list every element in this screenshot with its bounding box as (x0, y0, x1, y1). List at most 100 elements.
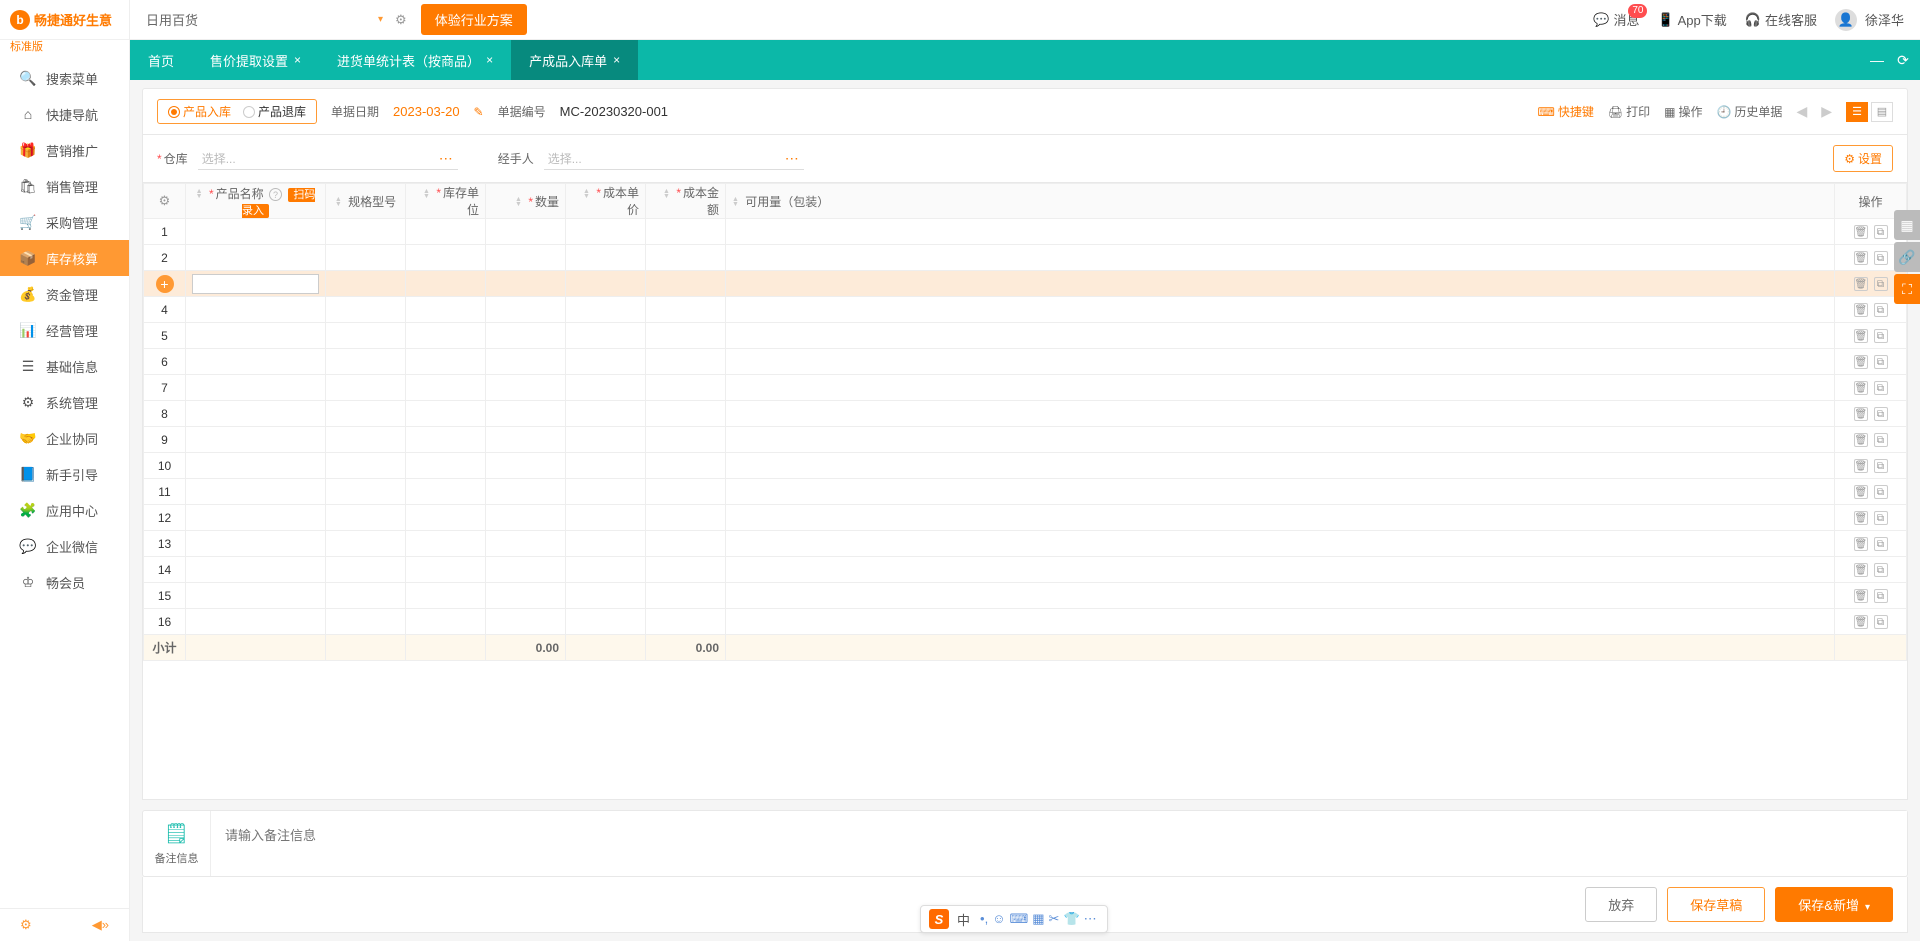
history-button[interactable]: 🕘 历史单据 (1716, 103, 1782, 120)
table-row[interactable]: 8🗑⧉ (144, 401, 1907, 427)
tab-refresh[interactable]: ⟳ (1892, 49, 1914, 71)
delete-row-icon[interactable]: 🗑 (1854, 433, 1868, 447)
delete-row-icon[interactable]: 🗑 (1854, 225, 1868, 239)
sidebar-item-8[interactable]: ☰基础信息 (0, 348, 129, 384)
copy-row-icon[interactable]: ⧉ (1874, 381, 1888, 395)
table-row[interactable]: 11🗑⧉ (144, 479, 1907, 505)
table-row[interactable]: 10🗑⧉ (144, 453, 1907, 479)
view-card-button[interactable]: ▤ (1871, 102, 1893, 122)
delete-row-icon[interactable]: 🗑 (1854, 537, 1868, 551)
gear-icon[interactable]: ⚙ (395, 12, 407, 28)
table-row[interactable]: +🗑⧉ (144, 271, 1907, 297)
table-row[interactable]: 12🗑⧉ (144, 505, 1907, 531)
copy-row-icon[interactable]: ⧉ (1874, 303, 1888, 317)
save-draft-button[interactable]: 保存草稿 (1667, 887, 1765, 922)
ime-toolbar[interactable]: S 中 •,☺⌨▦✂👕⋯ (920, 905, 1108, 933)
radio-product-in[interactable]: 产品入库 (164, 102, 235, 121)
next-doc-button[interactable]: ▶ (1821, 103, 1832, 120)
tab-3[interactable]: 产成品入库单× (511, 40, 638, 80)
copy-row-icon[interactable]: ⧉ (1874, 225, 1888, 239)
warehouse-select[interactable]: 选择... ⋯ (198, 148, 458, 170)
delete-row-icon[interactable]: 🗑 (1854, 355, 1868, 369)
trial-button[interactable]: 体验行业方案 (421, 4, 527, 35)
sidebar-item-4[interactable]: 🛒采购管理 (0, 204, 129, 240)
sidebar-item-2[interactable]: 🎁营销推广 (0, 132, 129, 168)
sidebar-item-9[interactable]: ⚙系统管理 (0, 384, 129, 420)
messages-button[interactable]: 💬 消息 70 (1593, 10, 1639, 29)
table-row[interactable]: 1🗑⧉ (144, 219, 1907, 245)
delete-row-icon[interactable]: 🗑 (1854, 459, 1868, 473)
category-select[interactable]: 日用百货 ▾ (146, 10, 383, 29)
copy-row-icon[interactable]: ⧉ (1874, 459, 1888, 473)
sidebar-item-7[interactable]: 📊经营管理 (0, 312, 129, 348)
logo[interactable]: b 畅捷通好生意 (0, 0, 129, 40)
save-new-button[interactable]: 保存&新增▾ (1775, 887, 1893, 922)
col-qty[interactable]: ▲▼ *数量 (486, 184, 566, 219)
side-tab-1[interactable]: ▦ (1894, 210, 1920, 240)
print-button[interactable]: 🖨 打印 (1608, 103, 1650, 120)
ime-icon-0[interactable]: •, (980, 911, 988, 926)
table-row[interactable]: 15🗑⧉ (144, 583, 1907, 609)
sidebar-item-11[interactable]: 📘新手引导 (0, 456, 129, 492)
table-row[interactable]: 14🗑⧉ (144, 557, 1907, 583)
sidebar-item-5[interactable]: 📦库存核算 (0, 240, 129, 276)
help-icon[interactable]: ? (269, 188, 282, 201)
tab-2[interactable]: 进货单统计表（按商品）× (319, 40, 511, 80)
shortcut-button[interactable]: ⌨ 快捷键 (1538, 103, 1594, 120)
date-value[interactable]: 2023-03-20 (393, 104, 460, 119)
sidebar-item-13[interactable]: 💬企业微信 (0, 528, 129, 564)
delete-row-icon[interactable]: 🗑 (1854, 381, 1868, 395)
sidebar-item-14[interactable]: ♔畅会员 (0, 564, 129, 600)
collapse-icon[interactable]: ◀» (92, 917, 109, 933)
ime-icon-2[interactable]: ⌨ (1009, 911, 1028, 926)
table-row[interactable]: 9🗑⧉ (144, 427, 1907, 453)
table-row[interactable]: 7🗑⧉ (144, 375, 1907, 401)
sidebar-item-0[interactable]: 🔍搜索菜单 (0, 60, 129, 96)
tab-0[interactable]: 首页 (130, 40, 192, 80)
copy-row-icon[interactable]: ⧉ (1874, 589, 1888, 603)
table-row[interactable]: 13🗑⧉ (144, 531, 1907, 557)
delete-row-icon[interactable]: 🗑 (1854, 563, 1868, 577)
user-menu[interactable]: 👤 徐泽华 (1835, 9, 1904, 31)
handler-select[interactable]: 选择... ⋯ (544, 148, 804, 170)
delete-row-icon[interactable]: 🗑 (1854, 511, 1868, 525)
settings-icon[interactable]: ⚙ (20, 917, 32, 933)
close-icon[interactable]: × (613, 53, 620, 67)
copy-row-icon[interactable]: ⧉ (1874, 433, 1888, 447)
delete-row-icon[interactable]: 🗑 (1854, 485, 1868, 499)
copy-row-icon[interactable]: ⧉ (1874, 277, 1888, 291)
table-row[interactable]: 4🗑⧉ (144, 297, 1907, 323)
copy-row-icon[interactable]: ⧉ (1874, 355, 1888, 369)
sidebar-item-6[interactable]: 💰资金管理 (0, 276, 129, 312)
sidebar-item-3[interactable]: 🛍销售管理 (0, 168, 129, 204)
settings-button[interactable]: ⚙ 设置 (1833, 145, 1893, 172)
sidebar-item-1[interactable]: ⌂快捷导航 (0, 96, 129, 132)
table-row[interactable]: 6🗑⧉ (144, 349, 1907, 375)
close-icon[interactable]: × (486, 53, 493, 67)
delete-row-icon[interactable]: 🗑 (1854, 407, 1868, 421)
copy-row-icon[interactable]: ⧉ (1874, 537, 1888, 551)
column-settings-button[interactable]: ⚙ (144, 184, 186, 219)
delete-row-icon[interactable]: 🗑 (1854, 303, 1868, 317)
operate-button[interactable]: ▦ 操作 (1664, 103, 1702, 120)
product-name-input[interactable] (192, 274, 319, 294)
side-tab-2[interactable]: 🔗 (1894, 242, 1920, 272)
delete-row-icon[interactable]: 🗑 (1854, 589, 1868, 603)
col-price[interactable]: ▲▼ *成本单价 (566, 184, 646, 219)
ime-icon-1[interactable]: ☺ (992, 911, 1005, 926)
copy-row-icon[interactable]: ⧉ (1874, 615, 1888, 629)
delete-row-icon[interactable]: 🗑 (1854, 329, 1868, 343)
sidebar-item-10[interactable]: 🤝企业协同 (0, 420, 129, 456)
delete-row-icon[interactable]: 🗑 (1854, 615, 1868, 629)
tab-minimize[interactable]: — (1866, 49, 1888, 71)
ime-icon-6[interactable]: ⋯ (1084, 911, 1097, 926)
ime-icon-5[interactable]: 👕 (1063, 911, 1079, 926)
copy-row-icon[interactable]: ⧉ (1874, 511, 1888, 525)
app-download-button[interactable]: 📱 App下载 (1657, 10, 1726, 29)
col-unit[interactable]: ▲▼ *库存单位 (406, 184, 486, 219)
table-row[interactable]: 5🗑⧉ (144, 323, 1907, 349)
radio-product-out[interactable]: 产品退库 (239, 102, 310, 121)
prev-doc-button[interactable]: ◀ (1796, 103, 1807, 120)
copy-row-icon[interactable]: ⧉ (1874, 485, 1888, 499)
remark-input[interactable] (211, 811, 1907, 861)
